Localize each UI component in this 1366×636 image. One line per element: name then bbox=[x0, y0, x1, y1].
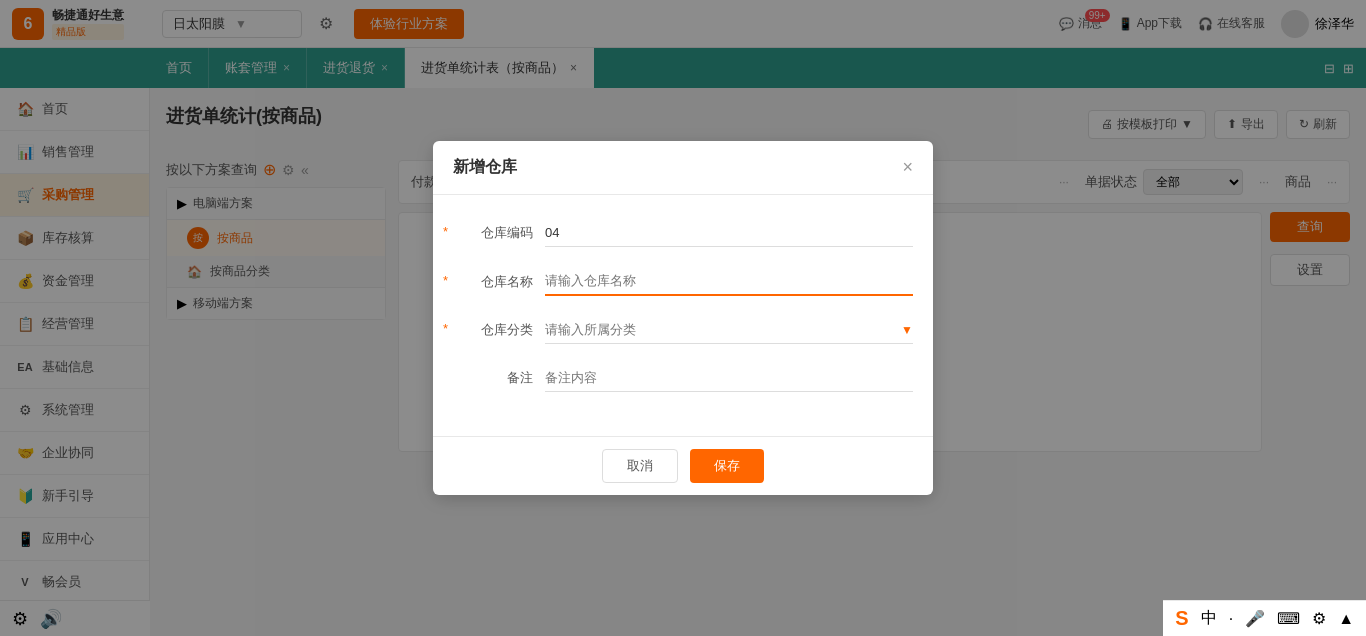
modal-header: 新增仓库 × bbox=[433, 141, 933, 195]
save-button[interactable]: 保存 bbox=[690, 449, 764, 483]
new-warehouse-modal: 新增仓库 × 仓库编码 仓库名称 仓库分类 ▼ bbox=[433, 141, 933, 495]
note-label: 备注 bbox=[453, 369, 533, 387]
note-input[interactable] bbox=[545, 364, 913, 392]
s-icon[interactable]: S bbox=[1175, 607, 1188, 630]
mic-icon[interactable]: 🎤 bbox=[1245, 609, 1265, 628]
bottom-bar: S 中 · 🎤 ⌨ ⚙ ▲ bbox=[1163, 600, 1366, 636]
category-select-wrapper[interactable]: ▼ bbox=[545, 316, 913, 344]
form-row-category: 仓库分类 ▼ bbox=[453, 316, 913, 344]
name-label: 仓库名称 bbox=[453, 273, 533, 291]
code-input[interactable] bbox=[545, 219, 913, 247]
name-input[interactable] bbox=[545, 267, 913, 296]
dot-icon: · bbox=[1229, 610, 1233, 628]
chinese-icon[interactable]: 中 bbox=[1201, 608, 1217, 629]
modal-footer: 取消 保存 bbox=[433, 436, 933, 495]
chevron-up-icon[interactable]: ▲ bbox=[1338, 610, 1354, 628]
category-label: 仓库分类 bbox=[453, 321, 533, 339]
form-row-name: 仓库名称 bbox=[453, 267, 913, 296]
code-label: 仓库编码 bbox=[453, 224, 533, 242]
cancel-button[interactable]: 取消 bbox=[602, 449, 678, 483]
modal-close-button[interactable]: × bbox=[902, 157, 913, 178]
category-input[interactable] bbox=[545, 322, 901, 337]
modal-title: 新增仓库 bbox=[453, 157, 517, 178]
modal-overlay: 新增仓库 × 仓库编码 仓库名称 仓库分类 ▼ bbox=[0, 0, 1366, 636]
keyboard-icon[interactable]: ⌨ bbox=[1277, 609, 1300, 628]
dropdown-arrow-icon: ▼ bbox=[901, 323, 913, 337]
settings-bottom-icon[interactable]: ⚙ bbox=[1312, 609, 1326, 628]
form-row-code: 仓库编码 bbox=[453, 219, 913, 247]
form-row-note: 备注 bbox=[453, 364, 913, 392]
modal-body: 仓库编码 仓库名称 仓库分类 ▼ 备注 bbox=[433, 195, 933, 436]
